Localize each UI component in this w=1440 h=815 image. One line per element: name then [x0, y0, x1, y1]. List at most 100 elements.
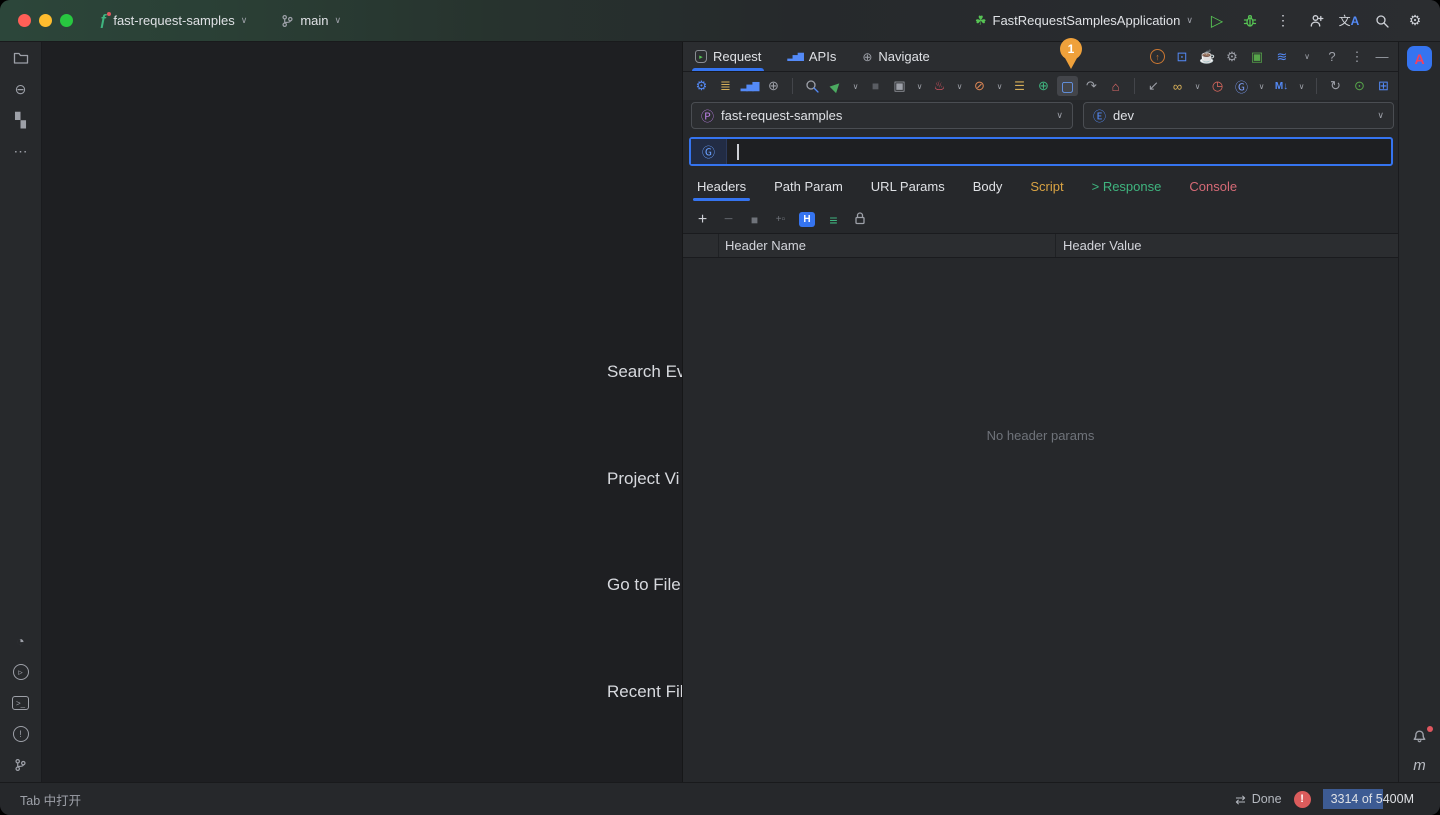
project-select[interactable]: Ⓟ fast-request-samples ∨	[691, 102, 1073, 129]
settings-gear-icon[interactable]: ⚙	[1406, 12, 1424, 29]
tab-response[interactable]: > Response	[1092, 179, 1162, 194]
help-icon[interactable]: ?	[1324, 49, 1340, 64]
maven-icon[interactable]: m	[1413, 757, 1426, 774]
settings-gear-icon[interactable]: ⚙	[1224, 49, 1240, 65]
global-env-icon[interactable]: ⊕	[1033, 76, 1054, 96]
minimize-button[interactable]	[39, 14, 52, 27]
header-preset-icon[interactable]: H	[799, 212, 815, 227]
search-icon[interactable]	[1373, 14, 1391, 28]
close-button[interactable]	[18, 14, 31, 27]
undo-icon[interactable]: ↷	[1081, 76, 1102, 96]
method-icon[interactable]: Ⓖ	[691, 139, 727, 164]
project-folder-icon[interactable]	[10, 49, 32, 67]
apis-chart-icon[interactable]: ▂▅▇	[739, 76, 760, 96]
sort-icon[interactable]: ≡	[826, 212, 841, 228]
zoom-button[interactable]	[60, 14, 73, 27]
plugin-settings-icon[interactable]: ⚙	[691, 76, 712, 96]
remove-icon[interactable]: −	[721, 211, 736, 229]
chevron-down-icon[interactable]: ∨	[993, 76, 1006, 96]
tab-body[interactable]: Body	[973, 179, 1003, 194]
run-button[interactable]: ▷	[1208, 11, 1226, 31]
more-menu-icon[interactable]: ⋮	[1274, 12, 1292, 29]
chevron-down-icon[interactable]: ∨	[849, 76, 862, 96]
debug-button[interactable]	[1241, 14, 1259, 28]
chevron-down-icon[interactable]: ∨	[953, 76, 966, 96]
hide-icon[interactable]: —	[1374, 49, 1390, 64]
more-tool-windows-icon[interactable]: ⋯	[10, 142, 32, 160]
tab-label: Request	[713, 49, 762, 64]
clean-icon[interactable]: ⌂	[1105, 76, 1126, 96]
column-header-value: Header Value	[1063, 238, 1142, 253]
clear-icon[interactable]: ■	[747, 213, 762, 227]
github-icon[interactable]: Ⓖ	[1231, 76, 1252, 96]
history-icon[interactable]: ◷	[1207, 76, 1228, 96]
upgrade-icon[interactable]: ↑	[1150, 49, 1165, 64]
navigate-crosshair-icon[interactable]: ⊕	[763, 76, 784, 96]
memory-total: 400M	[1382, 792, 1414, 806]
chevron-down-icon[interactable]: ∨	[913, 76, 926, 96]
project-widget[interactable]: ƒ fast-request-samples ∨	[99, 12, 247, 29]
coffee-icon[interactable]: ☕	[1199, 49, 1215, 65]
power-icon[interactable]: ⊙	[1349, 76, 1370, 96]
terminal-icon[interactable]: >_	[10, 694, 32, 712]
problems-icon[interactable]: !	[10, 725, 32, 743]
commit-icon[interactable]: ⊖	[10, 80, 32, 98]
markdown-export-icon[interactable]: M↓	[1271, 76, 1292, 96]
tab-path-param[interactable]: Path Param	[774, 179, 843, 194]
config-sliders-icon[interactable]: ≣	[715, 76, 736, 96]
tab-apis[interactable]: ▂▅▇ APIs	[787, 42, 836, 71]
copy-icon[interactable]: +▫	[773, 214, 788, 225]
puzzle-icon[interactable]: ⊞	[1373, 76, 1394, 96]
tab-label: APIs	[808, 49, 837, 64]
disable-request-icon[interactable]: ⊘	[969, 76, 990, 96]
chevron-down-icon[interactable]: ∨	[1191, 76, 1204, 96]
tab-script[interactable]: Script	[1030, 179, 1063, 194]
titlebar: ƒ fast-request-samples ∨ main ∨ ☘ FastRe…	[0, 0, 1440, 42]
tutorial-tv-icon[interactable]: ⊡	[1174, 49, 1190, 65]
apis-chart-icon: ▂▅▇	[787, 52, 804, 61]
stop-icon[interactable]: ■	[865, 76, 886, 96]
lock-icon[interactable]	[852, 211, 867, 228]
chevron-down-icon: ∨	[1056, 110, 1063, 120]
run-config-widget[interactable]: ☘ FastRequestSamplesApplication ∨	[975, 13, 1193, 29]
send-request-icon[interactable]: ▶	[821, 72, 850, 101]
services-icon[interactable]: ▹	[10, 663, 32, 681]
link-icon[interactable]: ∞	[1167, 76, 1188, 96]
memory-indicator[interactable]: 3314 of 5 400M	[1322, 789, 1422, 809]
chevron-down-icon[interactable]: ∨	[1295, 76, 1308, 96]
flame-icon[interactable]: ♨	[929, 76, 950, 96]
save-icon[interactable]: ▣	[889, 76, 910, 96]
more-vertical-icon[interactable]: ⋮	[1349, 49, 1365, 65]
text-caret	[737, 143, 739, 160]
request-panel-icon[interactable]: ▢	[1057, 76, 1078, 96]
tab-request[interactable]: ▸ Request	[691, 42, 765, 71]
tab-headers[interactable]: Headers	[692, 179, 751, 201]
url-input[interactable]: Ⓖ	[689, 137, 1393, 166]
translate-latin: A	[1350, 13, 1360, 28]
notifications-bell-icon[interactable]	[1409, 726, 1433, 745]
error-indicator[interactable]: !	[1293, 790, 1311, 808]
environment-letter-icon: Ⓔ	[1093, 109, 1107, 124]
chevron-down-icon[interactable]: ∨	[1255, 76, 1268, 96]
profiler-gauge-icon[interactable]: ◔	[10, 632, 32, 650]
chevron-down-icon[interactable]: ∨	[1299, 52, 1315, 61]
tab-url-params[interactable]: URL Params	[871, 179, 945, 194]
notification-badge[interactable]: 1	[1060, 38, 1082, 69]
tab-navigate[interactable]: ⊕ Navigate	[862, 42, 929, 71]
add-icon[interactable]: +	[695, 211, 710, 229]
toggle-config-icon[interactable]: ☰	[1009, 76, 1030, 96]
git-tool-icon[interactable]	[10, 756, 32, 774]
branch-widget[interactable]: main ∨	[281, 13, 341, 28]
add-user-icon[interactable]	[1307, 14, 1325, 28]
structure-icon[interactable]: ▚	[10, 111, 32, 129]
refresh-icon[interactable]: ↻	[1325, 76, 1346, 96]
translate-icon[interactable]: 文A	[1339, 12, 1360, 29]
search-api-icon[interactable]	[801, 76, 822, 96]
mobile-sync-icon[interactable]: ▣	[1249, 49, 1265, 65]
fast-request-logo-icon[interactable]: A	[1407, 46, 1432, 71]
tool-window-header-actions: ↑ ⊡ ☕ ⚙ ▣ ≋ ∨ ? ⋮ —	[1150, 49, 1390, 65]
environment-select[interactable]: Ⓔ dev ∨	[1083, 102, 1394, 129]
tab-console[interactable]: Console	[1189, 179, 1237, 194]
import-icon[interactable]: ↙	[1143, 76, 1164, 96]
layers-icon[interactable]: ≋	[1274, 49, 1290, 65]
